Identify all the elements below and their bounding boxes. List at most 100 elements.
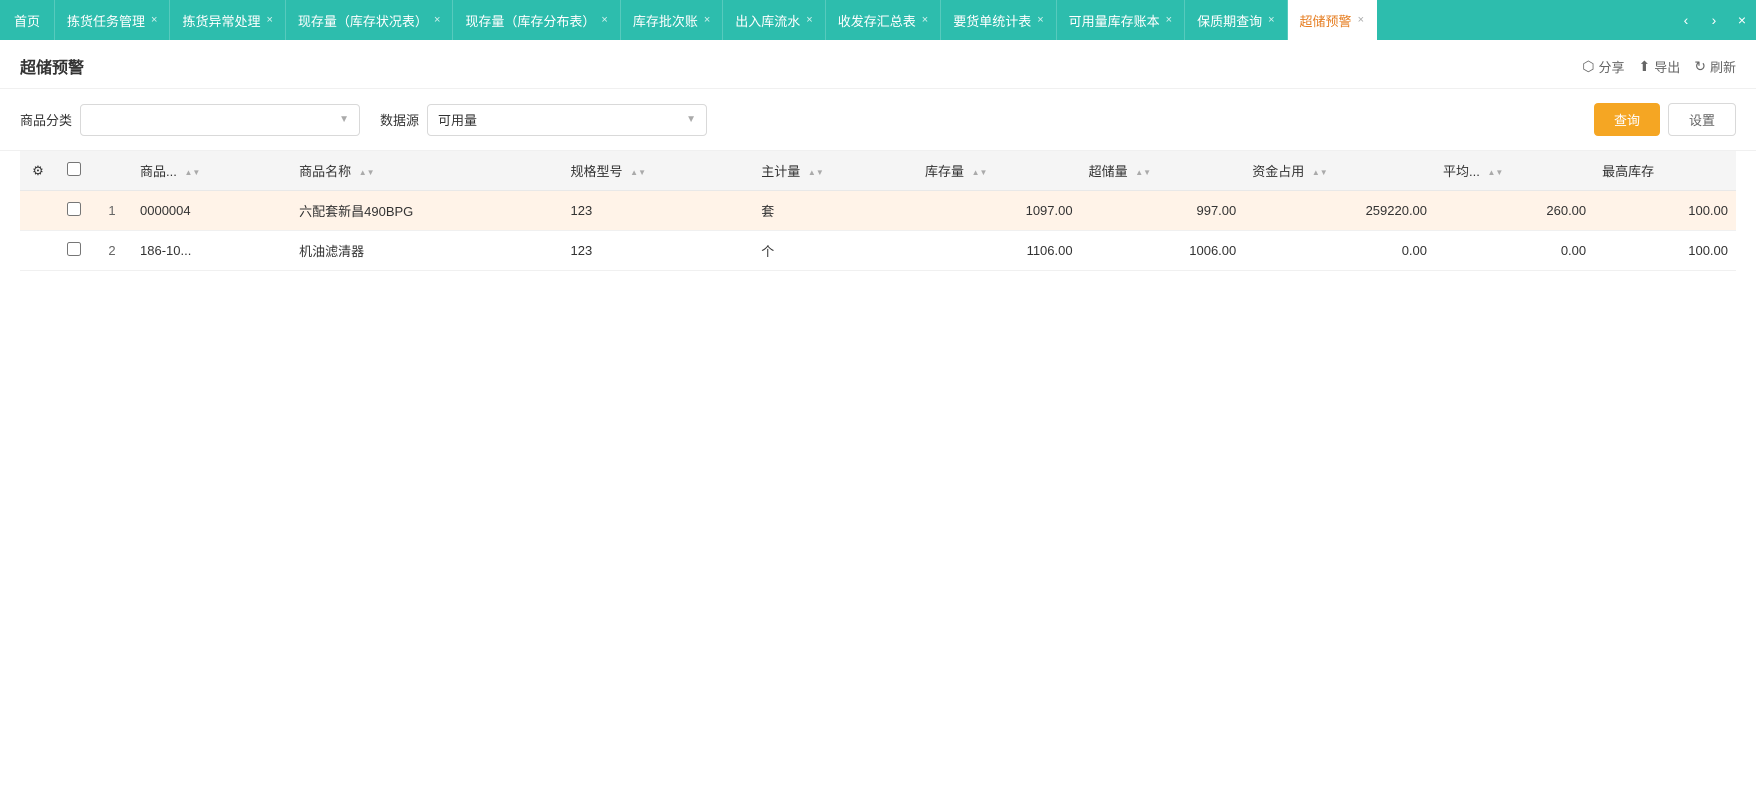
tab-拣货任务管理[interactable]: 拣货任务管理 × (55, 0, 170, 40)
category-select[interactable]: ▼ (80, 104, 360, 136)
top-navigation: 首页 拣货任务管理 × 拣货异常处理 × 现存量（库存状况表） × 现存量（库存… (0, 0, 1756, 40)
tab-保质期查询[interactable]: 保质期查询 × (1185, 0, 1287, 40)
row-checkbox[interactable] (67, 242, 81, 256)
row-overflow: 997.00 (1081, 191, 1245, 231)
row-checkbox[interactable] (67, 202, 81, 216)
row-checkbox-cell[interactable] (56, 191, 92, 231)
datasource-select-value: 可用量 (438, 110, 477, 129)
row-unit: 套 (753, 191, 917, 231)
col-index-header (92, 151, 132, 191)
close-tab-4[interactable]: × (601, 14, 607, 26)
chevron-down-icon-2: ▼ (686, 114, 696, 125)
close-tab-5[interactable]: × (704, 14, 710, 26)
row-capital: 259220.00 (1244, 191, 1435, 231)
page-header: 超储预警 ⬡ 分享 ⬆ 导出 ↻ 刷新 (0, 40, 1756, 89)
tab-库存批次账[interactable]: 库存批次账 × (621, 0, 723, 40)
close-tab-1[interactable]: × (151, 14, 157, 26)
tab-可用量库存账本[interactable]: 可用量库存账本 × (1057, 0, 1185, 40)
sort-icon-code: ▲▼ (184, 169, 200, 177)
col-capital-header[interactable]: 资金占用 ▲▼ (1244, 151, 1435, 191)
tab-超储预警[interactable]: 超储预警 × (1288, 0, 1377, 40)
datasource-filter-group: 数据源 可用量 ▼ (380, 104, 707, 136)
sort-icon-avg: ▲▼ (1487, 169, 1503, 177)
page-content: 超储预警 ⬡ 分享 ⬆ 导出 ↻ 刷新 商品分类 ▼ 数据源 (0, 40, 1756, 800)
row-maxstock: 100.00 (1594, 231, 1736, 271)
export-button[interactable]: ⬆ 导出 (1639, 57, 1681, 76)
table-settings-icon[interactable]: ⚙ (20, 151, 56, 191)
tab-拣货异常处理[interactable]: 拣货异常处理 × (170, 0, 285, 40)
row-code: 186-10... (132, 231, 291, 271)
close-tab-10[interactable]: × (1268, 14, 1274, 26)
col-name-header[interactable]: 商品名称 ▲▼ (291, 151, 562, 191)
tab-出入库流水[interactable]: 出入库流水 × (723, 0, 825, 40)
select-all-checkbox[interactable] (67, 162, 81, 176)
refresh-button[interactable]: ↻ 刷新 (1694, 57, 1736, 76)
col-unit-header[interactable]: 主计量 ▲▼ (753, 151, 917, 191)
header-actions: ⬡ 分享 ⬆ 导出 ↻ 刷新 (1582, 57, 1736, 76)
tab-收发存汇总表[interactable]: 收发存汇总表 × (826, 0, 941, 40)
row-checkbox-cell[interactable] (56, 231, 92, 271)
close-tab-6[interactable]: × (806, 14, 812, 26)
table-row: 2 186-10... 机油滤清器 123 个 1106.00 1006.00 … (20, 231, 1736, 271)
col-spec-header[interactable]: 规格型号 ▲▼ (563, 151, 754, 191)
nav-prev-button[interactable]: ‹ (1672, 0, 1700, 40)
close-tab-9[interactable]: × (1166, 14, 1172, 26)
row-unit: 个 (753, 231, 917, 271)
export-icon: ⬆ (1639, 58, 1651, 75)
table-row: 1 0000004 六配套新昌490BPG 123 套 1097.00 997.… (20, 191, 1736, 231)
tab-现存量库存分布表[interactable]: 现存量（库存分布表） × (453, 0, 620, 40)
refresh-icon: ↻ (1694, 58, 1706, 75)
settings-button[interactable]: 设置 (1668, 103, 1736, 136)
row-capital: 0.00 (1244, 231, 1435, 271)
row-maxstock: 100.00 (1594, 191, 1736, 231)
row-index: 1 (92, 191, 132, 231)
row-spec: 123 (563, 191, 754, 231)
sort-icon-capital: ▲▼ (1312, 169, 1328, 177)
row-stock: 1106.00 (917, 231, 1081, 271)
tab-要货单统计表[interactable]: 要货单统计表 × (941, 0, 1056, 40)
sort-icon-overflow: ▲▼ (1135, 169, 1151, 177)
col-code-header[interactable]: 商品... ▲▼ (132, 151, 291, 191)
nav-close-button[interactable]: × (1728, 0, 1756, 40)
filter-actions: 查询 设置 (1594, 103, 1736, 136)
query-button[interactable]: 查询 (1594, 103, 1660, 136)
datasource-label: 数据源 (380, 110, 419, 129)
page-title: 超储预警 (20, 54, 84, 78)
sort-icon-unit: ▲▼ (808, 169, 824, 177)
col-avg-header[interactable]: 平均... ▲▼ (1435, 151, 1594, 191)
table-container: ⚙ 商品... ▲▼ 商品名称 ▲▼ 规格型号 ▲▼ (0, 151, 1756, 271)
row-name: 机油滤清器 (291, 231, 562, 271)
row-spec: 123 (563, 231, 754, 271)
col-maxstock-header[interactable]: 最高库存 (1594, 151, 1736, 191)
close-tab-11[interactable]: × (1358, 14, 1364, 26)
row-avg: 260.00 (1435, 191, 1594, 231)
table-header-row: ⚙ 商品... ▲▼ 商品名称 ▲▼ 规格型号 ▲▼ (20, 151, 1736, 191)
nav-next-button[interactable]: › (1700, 0, 1728, 40)
category-filter-group: 商品分类 ▼ (20, 104, 360, 136)
nav-arrow-group: ‹ › × (1672, 0, 1756, 40)
datasource-select[interactable]: 可用量 ▼ (427, 104, 707, 136)
close-tab-2[interactable]: × (266, 14, 272, 26)
col-overflow-header[interactable]: 超储量 ▲▼ (1081, 151, 1245, 191)
sort-icon-stock: ▲▼ (972, 169, 988, 177)
row-code: 0000004 (132, 191, 291, 231)
share-button[interactable]: ⬡ 分享 (1582, 57, 1624, 76)
row-index: 2 (92, 231, 132, 271)
chevron-down-icon: ▼ (339, 114, 349, 125)
row-gear-icon (20, 231, 56, 271)
row-name: 六配套新昌490BPG (291, 191, 562, 231)
filter-bar: 商品分类 ▼ 数据源 可用量 ▼ 查询 设置 (0, 89, 1756, 151)
row-avg: 0.00 (1435, 231, 1594, 271)
share-icon: ⬡ (1582, 58, 1594, 75)
sort-icon-spec: ▲▼ (630, 169, 646, 177)
col-stock-header[interactable]: 库存量 ▲▼ (917, 151, 1081, 191)
tab-现存量库存状况表[interactable]: 现存量（库存状况表） × (286, 0, 453, 40)
close-tab-7[interactable]: × (922, 14, 928, 26)
close-tab-8[interactable]: × (1037, 14, 1043, 26)
close-tab-3[interactable]: × (434, 14, 440, 26)
row-overflow: 1006.00 (1081, 231, 1245, 271)
nav-home[interactable]: 首页 (0, 0, 55, 40)
select-all-header[interactable] (56, 151, 92, 191)
sort-icon-name: ▲▼ (359, 169, 375, 177)
data-table: ⚙ 商品... ▲▼ 商品名称 ▲▼ 规格型号 ▲▼ (20, 151, 1736, 271)
